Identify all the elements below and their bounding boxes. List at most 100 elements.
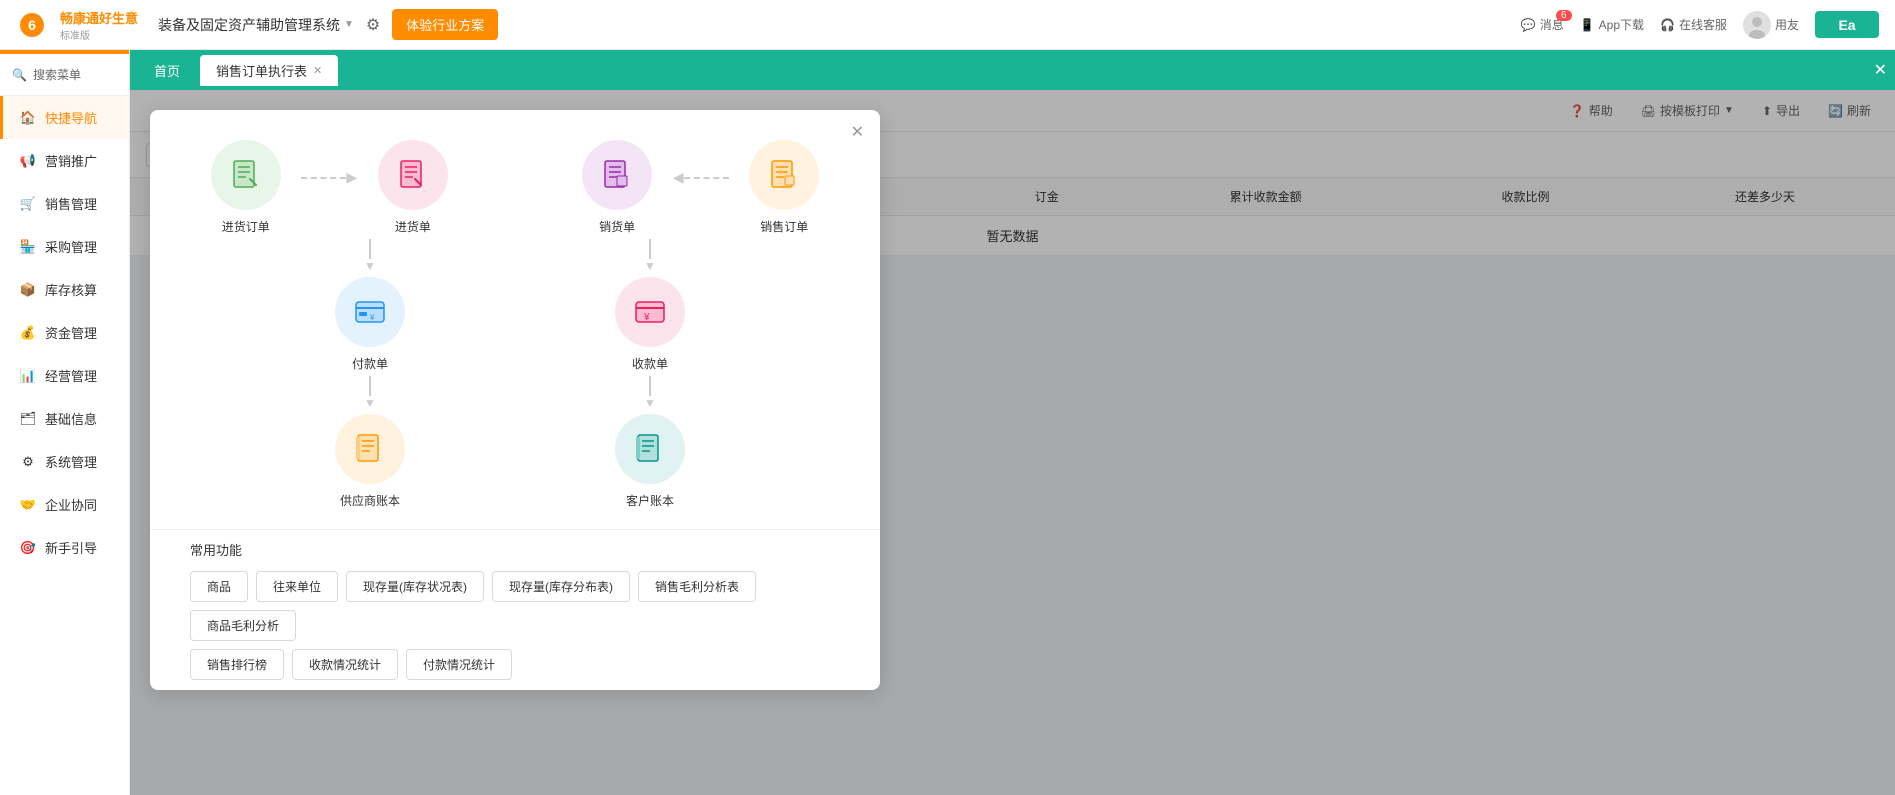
ea-badge: Ea	[1815, 11, 1879, 38]
tab-home[interactable]: 首页	[138, 55, 196, 86]
quick-buttons-container: 商品 往来单位 现存量(库存状况表) 现存量(库存分布表) 销售毛利分析表 商品…	[190, 571, 840, 641]
flow-node-payment[interactable]: ¥ 付款单	[310, 277, 430, 372]
search-icon: 🔍	[12, 68, 27, 82]
sidebar-item-finance[interactable]: 💰 资金管理	[0, 311, 129, 354]
flow-node-customer-account[interactable]: 客户账本	[590, 414, 710, 509]
system-label: 系统管理	[45, 452, 97, 471]
sales-label: 销售管理	[45, 194, 97, 213]
search-label: 搜索菜单	[33, 66, 81, 83]
sidebar-item-sales[interactable]: 🛒 销售管理	[0, 182, 129, 225]
system-icon: ⚙	[19, 453, 37, 471]
app-download-label: App下载	[1599, 16, 1644, 33]
flow-node-sales-order[interactable]: 销售订单	[729, 140, 840, 235]
down-arrows-row-2: ▼ ▼	[190, 376, 840, 410]
top-bar: 6 畅康通好生意 标准版 装备及固定资产辅助管理系统 ▼ ⚙ 体验行业方案 💬 …	[0, 0, 1895, 50]
tab-sales-order-exec[interactable]: 销售订单执行表 ✕	[200, 55, 338, 86]
sidebar-search-area[interactable]: 🔍 搜索菜单	[0, 54, 129, 96]
quick-buttons-row2: 销售排行榜 收款情况统计 付款情况统计	[190, 649, 840, 680]
flow-row-3: 供应商账本	[190, 414, 840, 509]
inventory-label: 库存核算	[45, 280, 97, 299]
operations-icon: 📊	[19, 367, 37, 385]
system-dropdown-arrow: ▼	[344, 19, 354, 30]
finance-icon: 💰	[19, 324, 37, 342]
top-bar-right: 💬 消息 6 📱 App下载 🎧 在线客服	[1521, 11, 1879, 39]
sidebar-item-system[interactable]: ⚙ 系统管理	[0, 440, 129, 483]
quick-btn-payment-stats[interactable]: 付款情况统计	[406, 649, 512, 680]
sidebar-item-operations[interactable]: 📊 经营管理	[0, 354, 129, 397]
user-area[interactable]: 用友	[1743, 11, 1799, 39]
quick-nav-label: 快捷导航	[45, 108, 97, 127]
sales-bill-circle	[582, 140, 652, 210]
quick-btn-sales-profit[interactable]: 销售毛利分析表	[638, 571, 756, 602]
user-name: 用友	[1775, 16, 1799, 33]
quick-btn-product-profit[interactable]: 商品毛利分析	[190, 610, 296, 641]
sidebar-item-quick-nav[interactable]: 🏠 快捷导航	[0, 96, 129, 139]
quick-nav-icon: 🏠	[19, 109, 37, 127]
enterprise-label: 企业协同	[45, 495, 97, 514]
purchase-order-label: 进货订单	[222, 218, 270, 235]
content-area: 首页 销售订单执行表 ✕ ✕ ❓ 帮助 🖨	[130, 50, 1895, 795]
flow-node-sales-bill[interactable]: 销货单	[561, 140, 672, 235]
online-service-label: 在线客服	[1679, 16, 1727, 33]
sidebar-item-marketing[interactable]: 📢 营销推广	[0, 139, 129, 182]
down-arrow-purchase: ▼	[310, 239, 430, 273]
gear-icon[interactable]: ⚙	[366, 15, 380, 35]
quick-title: 常用功能	[190, 540, 840, 559]
flow-node-receipt[interactable]: ¥ 收款单	[590, 277, 710, 372]
flow-section: 进货订单 ▶	[150, 110, 880, 529]
close-content-icon[interactable]: ✕	[1874, 60, 1887, 80]
search-menu-item[interactable]: 🔍 搜索菜单	[8, 62, 121, 87]
sales-order-circle	[749, 140, 819, 210]
logo-icon: 6	[16, 9, 48, 41]
flow-node-purchase-order[interactable]: 进货订单	[190, 140, 301, 235]
flow-node-supplier-account[interactable]: 供应商账本	[310, 414, 430, 509]
basic-info-icon: 🗂	[19, 410, 37, 428]
tab-home-label: 首页	[154, 61, 180, 80]
system-name-area[interactable]: 装备及固定资产辅助管理系统 ▼	[158, 15, 354, 35]
sidebar-item-purchase[interactable]: 🏪 采购管理	[0, 225, 129, 268]
flow-node-purchase-bill[interactable]: 进货单	[357, 140, 468, 235]
arrow-1: ▶	[301, 169, 357, 186]
experience-button[interactable]: 体验行业方案	[392, 9, 498, 40]
tab-close-icon[interactable]: ✕	[313, 64, 322, 77]
sidebar: 🔍 搜索菜单 🏠 快捷导航 📢 营销推广 🛒 销售管理 🏪	[0, 50, 130, 795]
flow-row-1: 进货订单 ▶	[190, 140, 840, 235]
basic-info-label: 基础信息	[45, 409, 97, 428]
inventory-icon: 📦	[19, 281, 37, 299]
message-icon: 💬	[1521, 18, 1536, 32]
down-arrow-receipt: ▼	[590, 376, 710, 410]
app-container: 6 畅康通好生意 标准版 装备及固定资产辅助管理系统 ▼ ⚙ 体验行业方案 💬 …	[0, 0, 1895, 795]
quick-btn-sales-rank[interactable]: 销售排行榜	[190, 649, 284, 680]
down-arrow-payment: ▼	[310, 376, 430, 410]
marketing-label: 营销推广	[45, 151, 97, 170]
quick-btn-receipt-stats[interactable]: 收款情况统计	[292, 649, 398, 680]
message-btn[interactable]: 💬 消息 6	[1521, 16, 1564, 33]
quick-btn-inventory-dist[interactable]: 现存量(库存分布表)	[492, 571, 630, 602]
quick-btn-partner[interactable]: 往来单位	[256, 571, 338, 602]
flow-row-2: ¥ 付款单	[190, 277, 840, 372]
svg-text:6: 6	[28, 17, 36, 33]
payment-circle: ¥	[335, 277, 405, 347]
modal-overlay[interactable]: ✕	[130, 90, 1895, 795]
tab-bar: 首页 销售订单执行表 ✕ ✕	[130, 50, 1895, 90]
quick-btn-inventory-status[interactable]: 现存量(库存状况表)	[346, 571, 484, 602]
tab-sales-order-exec-label: 销售订单执行表	[216, 61, 307, 80]
customer-account-circle	[615, 414, 685, 484]
down-arrow-sales: ▼	[590, 239, 710, 273]
quick-btn-product[interactable]: 商品	[190, 571, 248, 602]
sidebar-item-inventory[interactable]: 📦 库存核算	[0, 268, 129, 311]
app-download-btn[interactable]: 📱 App下载	[1580, 16, 1644, 33]
purchase-order-circle	[211, 140, 281, 210]
enterprise-icon: 🤝	[19, 496, 37, 514]
online-service-btn[interactable]: 🎧 在线客服	[1660, 16, 1727, 33]
purchase-bill-circle	[378, 140, 448, 210]
sidebar-item-new-guide[interactable]: 🎯 新手引导	[0, 526, 129, 569]
sidebar-item-basic-info[interactable]: 🗂 基础信息	[0, 397, 129, 440]
top-bar-left: 6 畅康通好生意 标准版	[16, 8, 138, 42]
sidebar-item-enterprise[interactable]: 🤝 企业协同	[0, 483, 129, 526]
download-icon: 📱	[1580, 18, 1595, 32]
logo-text-block: 畅康通好生意 标准版	[60, 8, 138, 42]
supplier-account-label: 供应商账本	[340, 492, 400, 509]
svg-text:¥: ¥	[369, 313, 375, 322]
modal-close-btn[interactable]: ✕	[851, 122, 864, 142]
